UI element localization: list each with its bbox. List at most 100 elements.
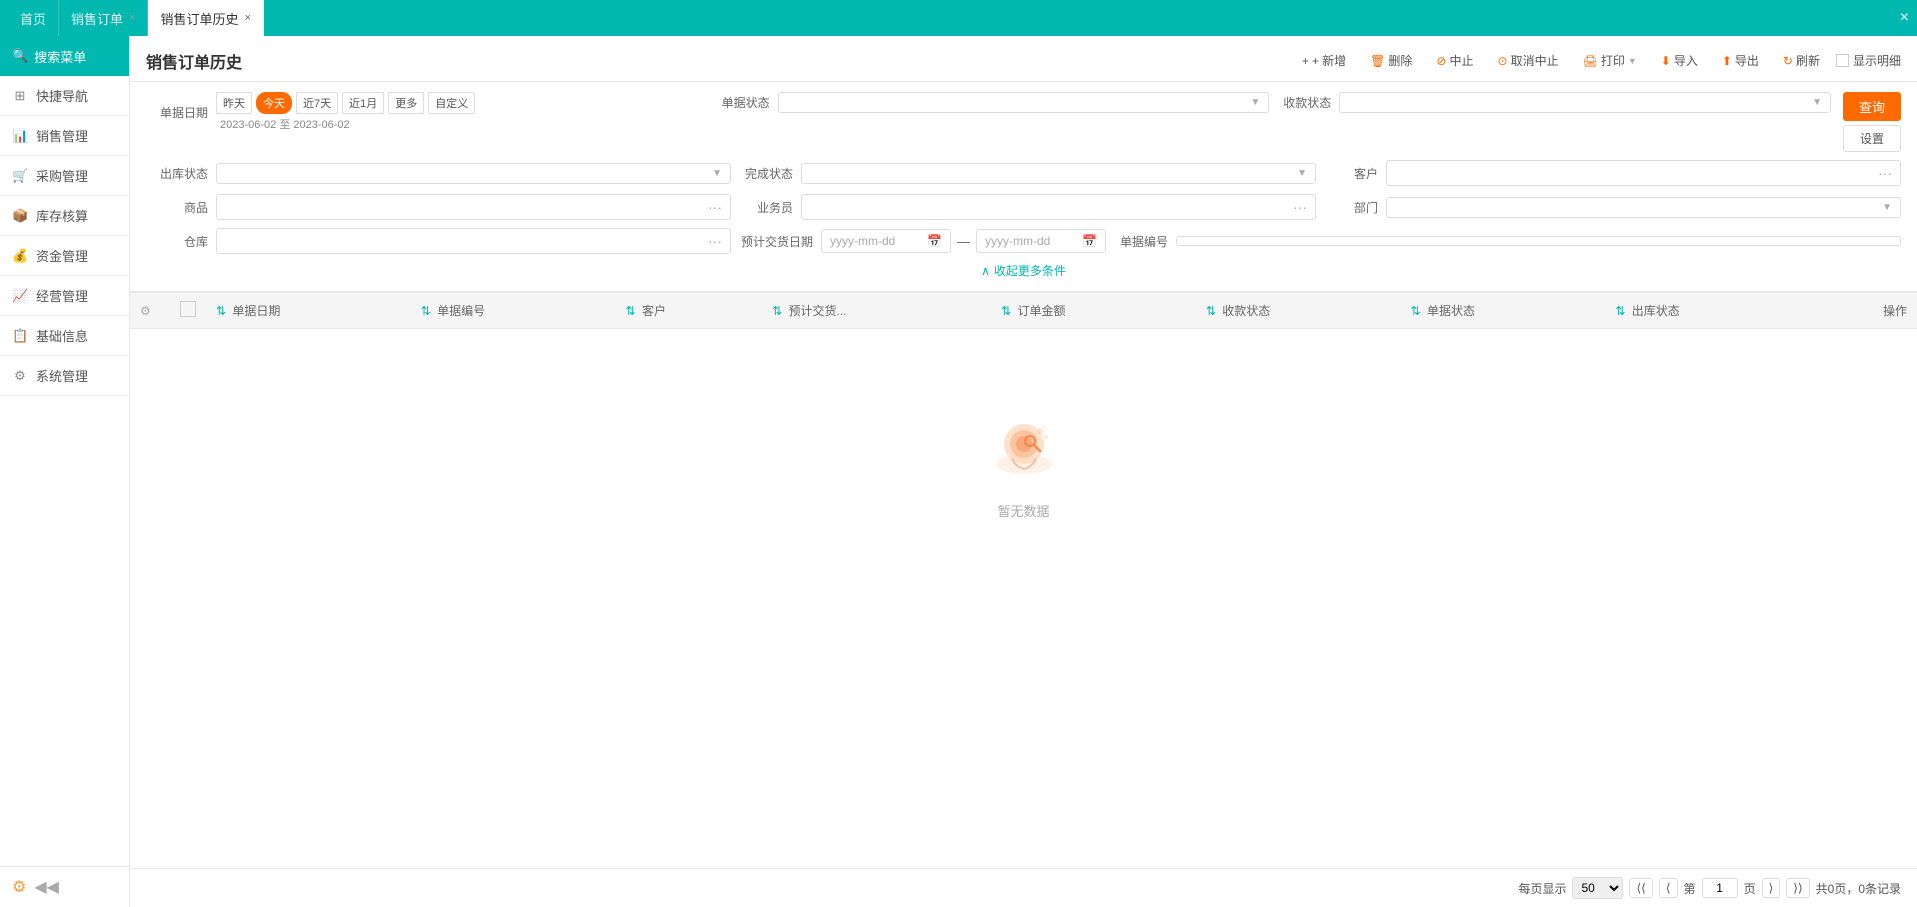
expected-date-start-input[interactable]: yyyy-mm-dd 📅 — [821, 229, 951, 253]
th-number[interactable]: ⇅ 单据编号 — [411, 293, 616, 329]
sidebar-item-quick-nav[interactable]: ⊞ 快捷导航 — [0, 76, 129, 116]
expected-date-label: 预计交货日期 — [731, 233, 821, 250]
date-btn-custom[interactable]: 自定义 — [428, 92, 475, 114]
payment-status-select[interactable]: ▼ — [1339, 92, 1831, 113]
date-buttons: 昨天 今天 近7天 近1月 更多 自定义 — [216, 92, 475, 114]
warehouse-status-arrow: ▼ — [712, 168, 722, 179]
import-icon: ⬇ — [1661, 54, 1671, 68]
export-button[interactable]: ⬆ 导出 — [1714, 48, 1767, 73]
th-checkbox — [170, 293, 206, 329]
goods-label: 商品 — [146, 199, 216, 216]
delete-button[interactable]: 🗑 删除 — [1362, 48, 1420, 73]
stop-button[interactable]: ⊘ 中止 — [1428, 48, 1481, 73]
page-header: 销售订单历史 + + 新增 🗑 删除 ⊘ 中止 ⊙ 取消中止 — [130, 36, 1917, 82]
customer-dots-icon: ··· — [1878, 165, 1892, 181]
date-btn-1month[interactable]: 近1月 — [342, 92, 384, 114]
table-settings-icon[interactable]: ⚙ — [140, 304, 151, 318]
th-amount[interactable]: ⇅ 订单金额 — [991, 293, 1196, 329]
th-warehouse-status[interactable]: ⇅ 出库状态 — [1605, 293, 1810, 329]
tab-home[interactable]: 首页 — [8, 0, 59, 36]
delete-icon: 🗑 — [1370, 54, 1385, 68]
order-number-label: 单据编号 — [1106, 233, 1176, 250]
date-btn-yesterday[interactable]: 昨天 — [216, 92, 252, 114]
sidebar-search[interactable]: 🔍 搜索菜单 — [0, 36, 129, 76]
main-layout: 🔍 搜索菜单 ⊞ 快捷导航 📊 销售管理 🛒 采购管理 📦 库存核算 💰 资金管… — [0, 36, 1917, 907]
salesperson-dots-icon: ··· — [1293, 199, 1307, 215]
page-prefix-label: 第 — [1684, 880, 1696, 897]
date-end-calendar-icon: 📅 — [1082, 234, 1097, 248]
settings-button[interactable]: 设置 — [1843, 125, 1901, 152]
complete-status-select[interactable]: ▼ — [801, 163, 1316, 184]
per-page-select[interactable]: 50 10 20 100 — [1572, 877, 1623, 899]
sidebar-settings-icon[interactable]: ⚙ — [12, 877, 26, 897]
order-number-input[interactable] — [1176, 236, 1901, 246]
sidebar-item-basic-info[interactable]: 📋 基础信息 — [0, 316, 129, 356]
cancel-stop-button[interactable]: ⊙ 取消中止 — [1490, 48, 1567, 73]
sort-date-icon: ⇅ — [216, 304, 226, 318]
collapse-conditions[interactable]: ∧ 收起更多条件 — [146, 260, 1901, 281]
print-button[interactable]: 🖨 打印 ▼ — [1575, 48, 1645, 73]
top-bar: 首页 销售订单 × 销售订单历史 × × — [0, 0, 1917, 36]
goods-dots-icon: ··· — [708, 199, 722, 215]
add-button[interactable]: + + 新增 — [1294, 48, 1354, 73]
order-status-select[interactable]: ▼ — [778, 92, 1270, 113]
date-btn-more[interactable]: 更多 — [388, 92, 424, 114]
payment-status-label: 收款状态 — [1269, 94, 1339, 111]
add-icon: + — [1302, 54, 1309, 68]
customer-label: 客户 — [1316, 165, 1386, 182]
sidebar-item-inventory[interactable]: 📦 库存核算 — [0, 196, 129, 236]
dept-select[interactable]: ▼ — [1386, 197, 1901, 218]
sidebar-item-purchase-mgmt[interactable]: 🛒 采购管理 — [0, 156, 129, 196]
goods-input[interactable]: ··· — [216, 194, 731, 220]
expected-date-end-input[interactable]: yyyy-mm-dd 📅 — [976, 229, 1106, 253]
tab-close-sales-order[interactable]: × — [129, 12, 135, 24]
window-close-button[interactable]: × — [1900, 9, 1909, 27]
sidebar-bottom: ⚙ ◀◀ — [0, 866, 129, 907]
cancel-stop-icon: ⊙ — [1498, 54, 1508, 68]
sort-customer-icon: ⇅ — [626, 304, 636, 318]
tab-close-history[interactable]: × — [244, 12, 250, 24]
th-order-status[interactable]: ⇅ 单据状态 — [1401, 293, 1606, 329]
order-status-arrow: ▼ — [1250, 97, 1260, 108]
sidebar-item-sys-mgmt[interactable]: ⚙ 系统管理 — [0, 356, 129, 396]
empty-text: 暂无数据 — [997, 501, 1049, 520]
sidebar-collapse-icon[interactable]: ◀◀ — [34, 877, 59, 897]
prev-page-button[interactable]: ⟨ — [1659, 878, 1678, 898]
sys-mgmt-icon: ⚙ — [12, 368, 28, 384]
empty-state: 暂无数据 — [130, 329, 1917, 600]
sidebar-item-operations[interactable]: 📈 经营管理 — [0, 276, 129, 316]
order-status-label: 单据状态 — [708, 94, 778, 111]
collapse-arrow-icon: ∧ — [981, 264, 990, 278]
page-number-input[interactable] — [1702, 878, 1738, 898]
sort-payment-icon: ⇅ — [1206, 304, 1216, 318]
dept-arrow: ▼ — [1882, 202, 1892, 213]
query-button[interactable]: 查询 — [1843, 92, 1901, 121]
finance-icon: 💰 — [12, 248, 28, 264]
first-page-button[interactable]: ⟨⟨ — [1629, 878, 1652, 898]
date-btn-7days[interactable]: 近7天 — [296, 92, 338, 114]
th-expected-date[interactable]: ⇅ 预计交货... — [762, 293, 991, 329]
th-customer[interactable]: ⇅ 客户 — [616, 293, 763, 329]
th-payment-status[interactable]: ⇅ 收款状态 — [1196, 293, 1401, 329]
sidebar-item-finance[interactable]: 💰 资金管理 — [0, 236, 129, 276]
refresh-button[interactable]: ↻ 刷新 — [1775, 48, 1828, 73]
tab-sales-order-history[interactable]: 销售订单历史 × — [148, 0, 263, 36]
last-page-button[interactable]: ⟩⟩ — [1786, 878, 1809, 898]
date-btn-today[interactable]: 今天 — [256, 92, 292, 114]
tab-sales-order[interactable]: 销售订单 × — [59, 0, 148, 36]
select-all-checkbox[interactable] — [180, 301, 196, 317]
customer-input[interactable]: ··· — [1386, 160, 1901, 186]
warehouse-input[interactable]: ··· — [216, 228, 731, 254]
th-settings[interactable]: ⚙ — [130, 293, 170, 329]
th-date[interactable]: ⇅ 单据日期 — [206, 293, 411, 329]
sidebar-item-sales-mgmt[interactable]: 📊 销售管理 — [0, 116, 129, 156]
display-detail-checkbox[interactable] — [1836, 54, 1849, 67]
import-button[interactable]: ⬇ 导入 — [1653, 48, 1706, 73]
warehouse-status-select[interactable]: ▼ — [216, 163, 731, 184]
pagination: 每页显示 50 10 20 100 ⟨⟨ ⟨ 第 页 ⟩ ⟩⟩ 共0页，0条记录 — [130, 868, 1917, 907]
filter-area: 单据日期 昨天 今天 近7天 近1月 更多 自定义 2023-06-02 至 2… — [130, 82, 1917, 292]
salesperson-input[interactable]: ··· — [801, 194, 1316, 220]
next-page-button[interactable]: ⟩ — [1762, 878, 1781, 898]
table-area: ⚙ ⇅ 单据日期 ⇅ 单据编号 — [130, 292, 1917, 868]
date-range-display: 2023-06-02 至 2023-06-02 — [220, 116, 475, 132]
